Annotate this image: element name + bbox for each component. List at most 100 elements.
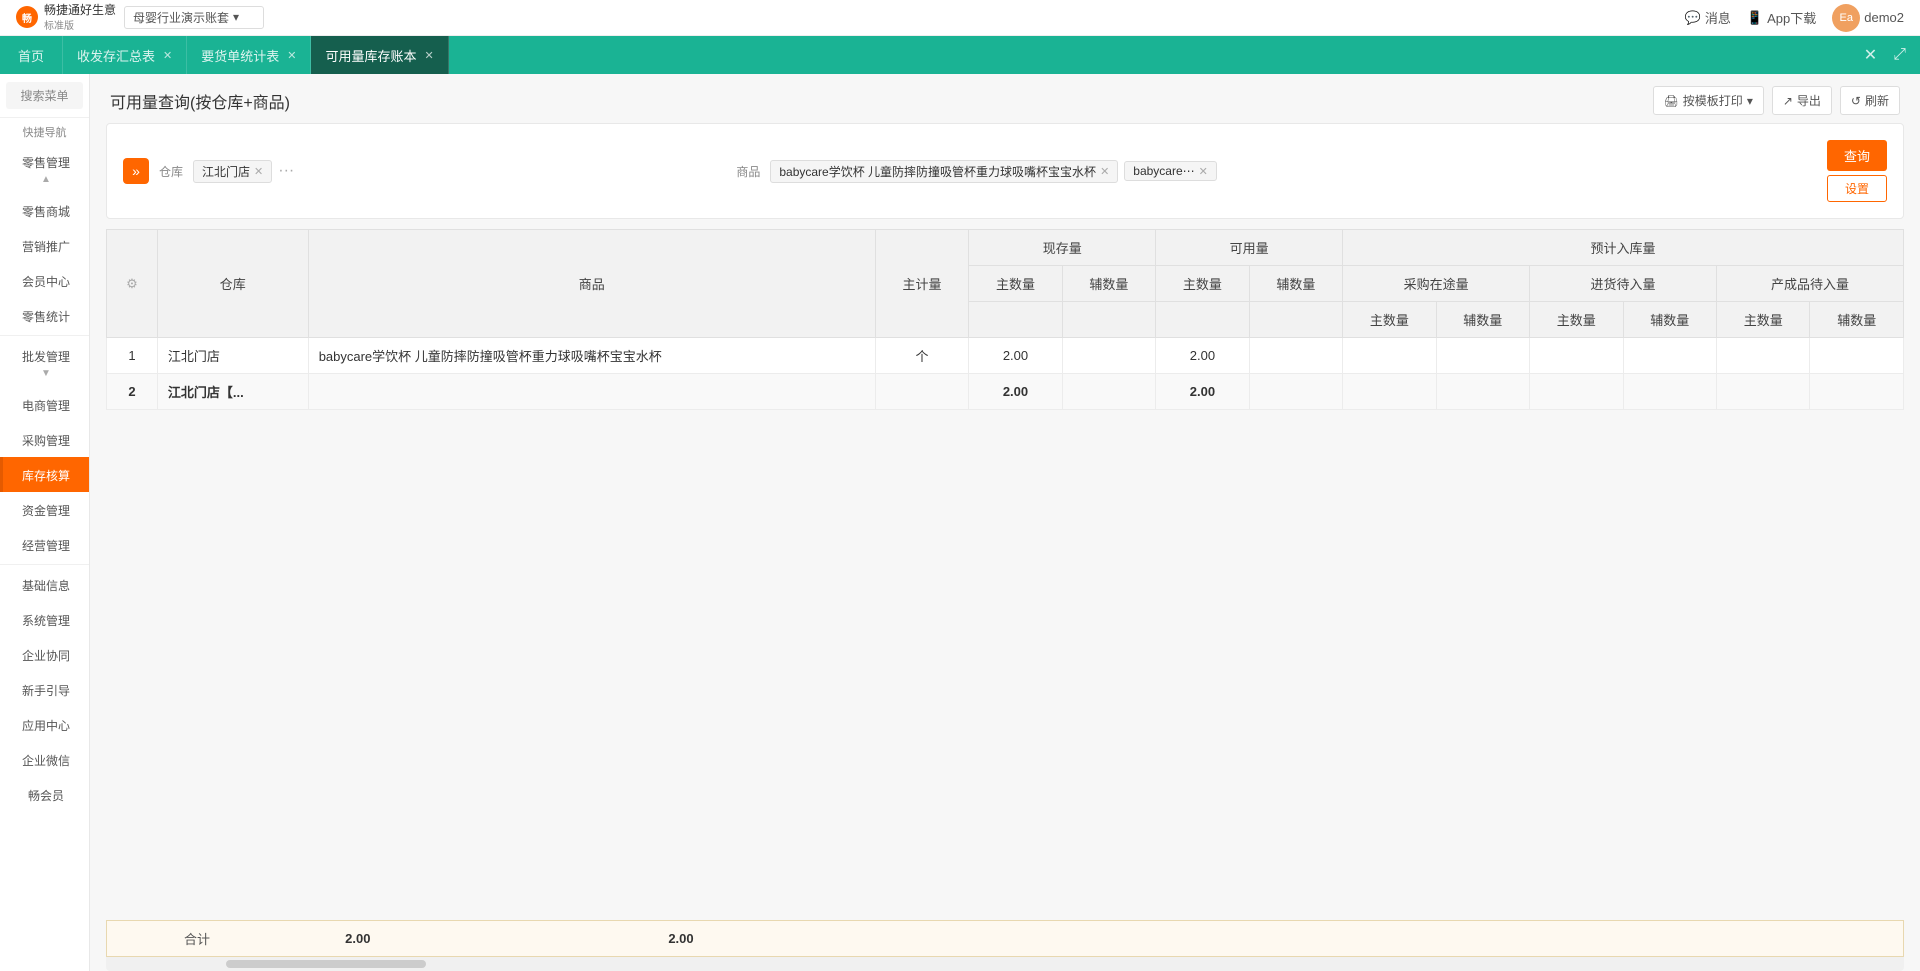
sidebar-item-ecommerce-mgmt[interactable]: 电商管理 bbox=[0, 387, 89, 422]
filter-bar: » 仓库 江北门店 ✕ ··· 商品 babycare学饮杯 儿童防摔防撞吸管杯… bbox=[106, 123, 1904, 219]
sidebar-item-basic-info[interactable]: 基础信息 bbox=[0, 567, 89, 602]
row2-stock-aux bbox=[1062, 374, 1155, 410]
sidebar-item-member[interactable]: 畅会员 bbox=[0, 777, 89, 812]
product-label: 商品 bbox=[736, 163, 760, 180]
sidebar-item-app-center[interactable]: 应用中心 bbox=[0, 707, 89, 742]
refresh-icon: ↺ bbox=[1851, 94, 1861, 108]
industry-selector[interactable]: 母婴行业演示账套 ▾ bbox=[124, 6, 264, 29]
a-main-sub bbox=[1156, 302, 1249, 338]
refresh-btn[interactable]: ↺ 刷新 bbox=[1840, 86, 1900, 115]
sidebar-divider-2 bbox=[0, 564, 89, 565]
sidebar-item-enterprise-collab[interactable]: 企业协同 bbox=[0, 637, 89, 672]
page-title: 可用量查询(按仓库+商品) bbox=[110, 89, 290, 113]
sidebar-item-purchase-mgmt[interactable]: 采购管理 bbox=[0, 422, 89, 457]
p-inbound-aux: 辅数量 bbox=[1623, 302, 1716, 338]
tab-requisition-stats[interactable]: 要货单统计表 ✕ bbox=[187, 36, 311, 74]
row1-stock-main: 2.00 bbox=[969, 338, 1062, 374]
row1-stock-aux bbox=[1062, 338, 1155, 374]
sidebar-item-member-center[interactable]: 会员中心 bbox=[0, 263, 89, 298]
sidebar-item-retail-mall[interactable]: 零售商城 bbox=[0, 193, 89, 228]
sidebar-item-new-guide[interactable]: 新手引导 bbox=[0, 672, 89, 707]
row2-avail-aux bbox=[1249, 374, 1342, 410]
expand-btn[interactable]: ⤢ bbox=[1889, 46, 1910, 64]
scrollbar-thumb[interactable] bbox=[226, 960, 426, 968]
current-stock-header: 现存量 bbox=[969, 230, 1156, 266]
sidebar-item-retail-stats[interactable]: 零售统计 bbox=[0, 298, 89, 333]
product-filter-tags: babycare学饮杯 儿童防摔防撞吸管杯重力球吸嘴杯宝宝水杯 ✕ babyca… bbox=[770, 160, 1817, 183]
row1-unit: 个 bbox=[875, 338, 968, 374]
top-bar-left: 畅 畅捷通好生意 标准版 母婴行业演示账套 ▾ bbox=[16, 3, 264, 32]
warehouse-tag-jiangbei: 江北门店 ✕ bbox=[193, 160, 272, 183]
avail-main-header: 主数量 bbox=[1156, 266, 1249, 302]
search-menu-btn[interactable]: 搜索菜单 bbox=[6, 82, 83, 109]
msg-btn[interactable]: 💬 消息 bbox=[1685, 8, 1731, 27]
sidebar-item-wholesale-mgmt[interactable]: 批发管理 ▼ bbox=[0, 338, 89, 387]
filter-toggle-btn[interactable]: » bbox=[123, 158, 149, 184]
available-qty-header: 可用量 bbox=[1156, 230, 1343, 266]
chevron-icon-2: ▼ bbox=[41, 368, 51, 379]
print-btn[interactable]: 🖨 按模板打印 ▾ bbox=[1653, 86, 1764, 115]
unit-col-header: 主计量 bbox=[875, 230, 968, 338]
purchase-transit-header: 采购在途量 bbox=[1343, 266, 1530, 302]
horizontal-scrollbar[interactable] bbox=[106, 957, 1904, 971]
row2-stock-main: 2.00 bbox=[969, 374, 1062, 410]
avatar: Ea bbox=[1832, 4, 1860, 32]
s-aux-sub bbox=[1062, 302, 1155, 338]
row2-inb-main bbox=[1530, 374, 1623, 410]
sidebar-item-marketing[interactable]: 营销推广 bbox=[0, 228, 89, 263]
sidebar-search-area: 搜索菜单 bbox=[0, 74, 89, 118]
row2-no: 2 bbox=[107, 374, 158, 410]
settings-btn[interactable]: 设置 bbox=[1827, 175, 1887, 202]
message-icon: 💬 bbox=[1685, 10, 1701, 26]
footer-stock-main: 2.00 bbox=[277, 931, 439, 946]
sidebar-item-enterprise-wechat[interactable]: 企业微信 bbox=[0, 742, 89, 777]
remove-product-tag-short-btn[interactable]: ✕ bbox=[1199, 165, 1208, 178]
tab-home[interactable]: 首页 bbox=[0, 36, 63, 74]
close-tab-available-inventory[interactable]: ✕ bbox=[425, 49, 434, 62]
sidebar-item-retail-mgmt[interactable]: 零售管理 ▲ bbox=[0, 144, 89, 193]
sidebar-item-finance-mgmt[interactable]: 资金管理 bbox=[0, 492, 89, 527]
tab-receive-summary[interactable]: 收发存汇总表 ✕ bbox=[63, 36, 187, 74]
main-layout: 搜索菜单 快捷导航 零售管理 ▲ 零售商城 营销推广 会员中心 零售统计 批发管… bbox=[0, 74, 1920, 971]
chevron-icon: ▲ bbox=[41, 174, 51, 185]
table-container: ⚙ 仓库 商品 主计量 现存量 可用量 预计入库量 主数量 辅数量 主数量 辅数… bbox=[90, 229, 1920, 920]
close-tab-requisition-stats[interactable]: ✕ bbox=[287, 49, 296, 62]
row1-pur-aux bbox=[1436, 338, 1529, 374]
remove-warehouse-tag-btn[interactable]: ✕ bbox=[254, 165, 263, 178]
tab-available-inventory[interactable]: 可用量库存账本 ✕ bbox=[311, 36, 448, 74]
a-aux-sub bbox=[1249, 302, 1342, 338]
inventory-table: ⚙ 仓库 商品 主计量 现存量 可用量 预计入库量 主数量 辅数量 主数量 辅数… bbox=[106, 229, 1904, 410]
export-btn[interactable]: ↗ 导出 bbox=[1772, 86, 1832, 115]
gear-header[interactable]: ⚙ bbox=[107, 230, 158, 338]
query-btn[interactable]: 查询 bbox=[1827, 140, 1887, 171]
sidebar-item-inventory-check[interactable]: 库存核算 bbox=[0, 457, 89, 492]
warehouse-col-header: 仓库 bbox=[157, 230, 308, 338]
footer-values: 2.00 2.00 bbox=[277, 931, 1893, 946]
sidebar-divider-1 bbox=[0, 335, 89, 336]
product-pending-header: 产成品待入量 bbox=[1716, 266, 1903, 302]
logo-text: 畅捷通好生意 标准版 bbox=[44, 3, 116, 32]
warehouse-more-btn[interactable]: ··· bbox=[278, 162, 294, 180]
page-header: 可用量查询(按仓库+商品) 🖨 按模板打印 ▾ ↗ 导出 ↺ 刷新 bbox=[90, 74, 1920, 123]
footer-inb-aux bbox=[1408, 931, 1570, 946]
quick-nav-label: 快捷导航 bbox=[0, 118, 89, 144]
remove-product-tag-full-btn[interactable]: ✕ bbox=[1100, 165, 1109, 178]
user-avatar-area[interactable]: Ea demo2 bbox=[1832, 4, 1904, 32]
app-download-btn[interactable]: 📱 App下载 bbox=[1747, 8, 1816, 27]
p-product-main: 主数量 bbox=[1716, 302, 1809, 338]
avail-aux-header: 辅数量 bbox=[1249, 266, 1342, 302]
print-icon: 🖨 bbox=[1664, 94, 1679, 108]
close-tab-receive-summary[interactable]: ✕ bbox=[163, 49, 172, 62]
row1-prod-aux bbox=[1810, 338, 1904, 374]
row1-product: babycare学饮杯 儿童防摔防撞吸管杯重力球吸嘴杯宝宝水杯 bbox=[308, 338, 875, 374]
warehouse-label: 仓库 bbox=[159, 163, 183, 180]
s-main-sub bbox=[969, 302, 1062, 338]
footer-stock-aux bbox=[439, 931, 601, 946]
sidebar-item-operations-mgmt[interactable]: 经营管理 bbox=[0, 527, 89, 562]
footer-prod-aux bbox=[1731, 931, 1893, 946]
table-row: 1 江北门店 babycare学饮杯 儿童防摔防撞吸管杯重力球吸嘴杯宝宝水杯 个… bbox=[107, 338, 1904, 374]
tab-spacer bbox=[449, 36, 1860, 74]
stock-main-header: 主数量 bbox=[969, 266, 1062, 302]
sidebar-item-system-mgmt[interactable]: 系统管理 bbox=[0, 602, 89, 637]
close-all-tabs-btn[interactable]: ✕ bbox=[1860, 45, 1881, 65]
